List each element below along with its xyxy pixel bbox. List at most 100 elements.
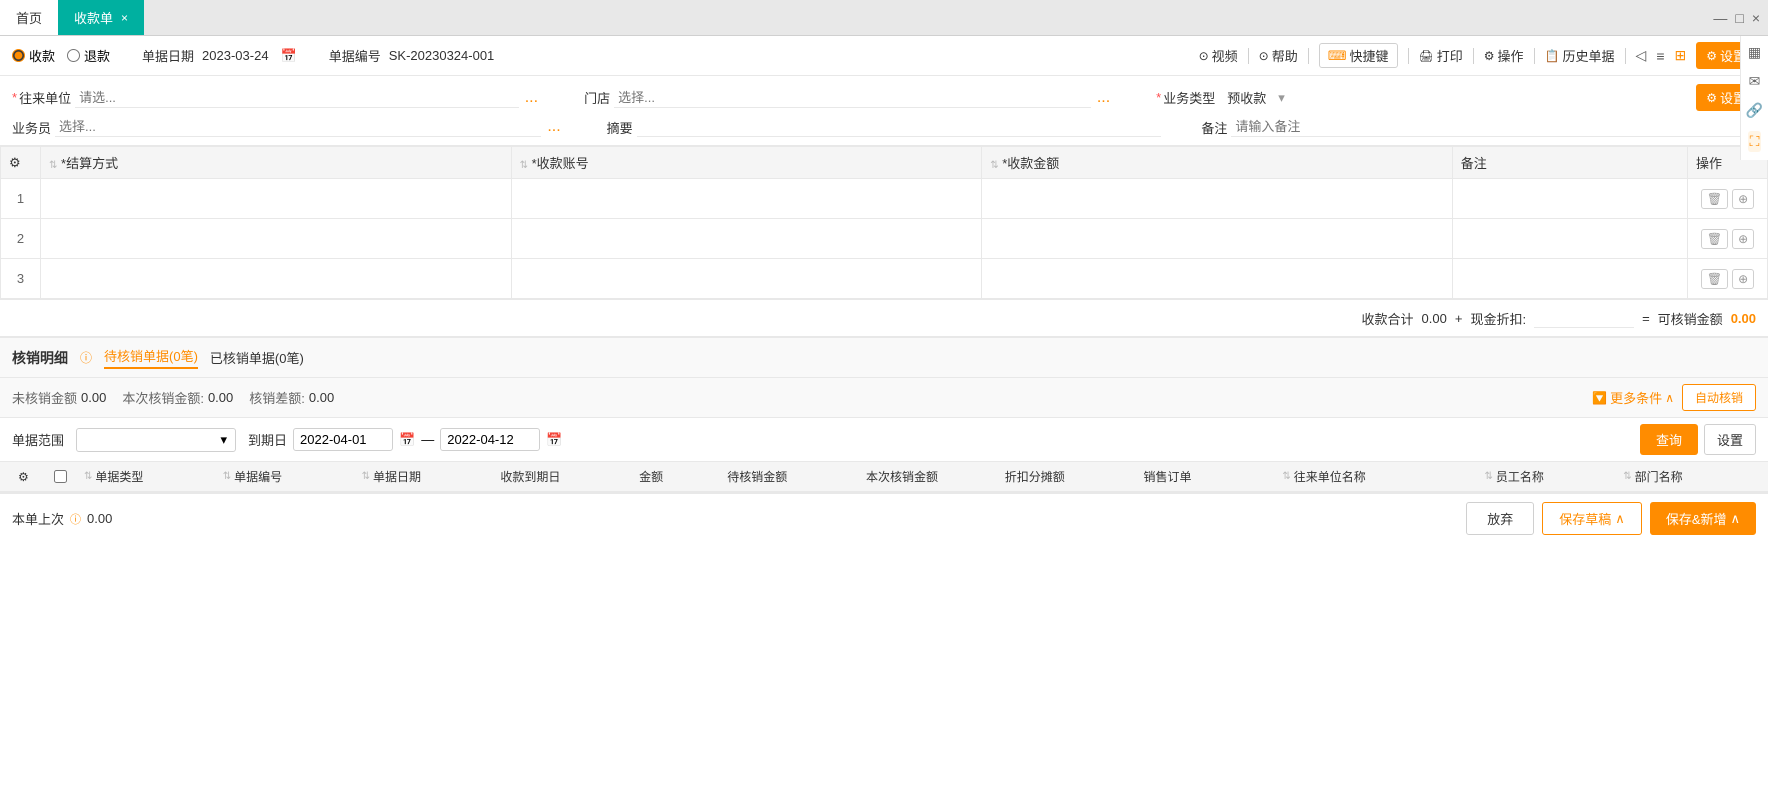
wth-doc-no: ⇅ 单据编号 [217,468,356,485]
btn-save-draft[interactable]: 保存草稿 ∧ [1542,502,1642,535]
writeoff-table-header: ⚙ ⇅ 单据类型 ⇅ 单据编号 ⇅ 单据日期 收款到期日 金额 待核销金额 本次… [0,462,1768,492]
row-3-remark[interactable] [1452,259,1687,299]
biz-type-dropdown-icon[interactable]: ▾ [1274,90,1289,106]
diff-stat: 核销差额: 0.00 [249,388,334,407]
date-from-icon[interactable]: 📅 [399,432,415,448]
row-2-remark[interactable] [1452,219,1687,259]
save-draft-arrow[interactable]: ∧ [1615,511,1625,527]
salesperson-group: 业务员 ... [12,117,567,137]
separator5 [1534,48,1535,64]
wth-sales-order: 销售订单 [1138,468,1277,485]
row-1-remark[interactable] [1452,179,1687,219]
summary-input[interactable] [637,117,1162,137]
current-label: 本次核销金额: [122,388,204,407]
date-range-group: 到期日 📅 — 📅 [248,428,562,451]
row-1-amount[interactable] [982,179,1453,219]
btn-shortcut[interactable]: ⌨ 快捷键 [1319,43,1398,68]
btn-help[interactable]: ⊙ 帮助 [1259,46,1298,65]
btn-query[interactable]: 查询 [1640,424,1698,455]
btn-operation[interactable]: ⚙ 操作 [1484,46,1524,65]
row-2-account[interactable] [511,219,982,259]
btn-save-new[interactable]: 保存&新增 ∧ [1650,502,1756,535]
right-panel-expand-icon[interactable]: ⛶ [1748,131,1762,152]
row-3-account[interactable] [511,259,982,299]
last-info-icon[interactable]: ⓘ [70,511,81,527]
select-all-checkbox[interactable] [54,470,67,483]
row-1-copy-btn[interactable]: ⊕ [1732,189,1754,209]
summary-label: 摘要 [607,118,637,137]
th-settings[interactable]: ⚙ [1,147,41,179]
layout-icon3[interactable]: ⊞ [1674,47,1686,64]
form-section: * 往来单位 ... 门店 ... * 业务类型 预收款 ▾ ⚙ 设置 [0,76,1768,146]
date-from-input[interactable] [293,428,393,451]
row-3-copy-btn[interactable]: ⊕ [1732,269,1754,289]
unverified-stat: 未核销金额 0.00 [12,388,106,407]
salesperson-dots[interactable]: ... [541,118,566,136]
calendar-icon[interactable]: 📅 [281,48,297,64]
remark-input[interactable] [1231,117,1756,137]
btn-history[interactable]: 📋 历史单据 [1545,46,1615,65]
tab-close-icon[interactable]: × [121,11,128,25]
salesperson-input[interactable] [55,117,541,137]
tab-receipt-label: 收款单 [74,8,113,27]
writeoff-stats-right: 🔽 更多条件 ∧ 自动核销 [1592,384,1756,411]
row-1-settlement[interactable] [41,179,512,219]
date-to-input[interactable] [440,428,540,451]
counterpart-dots[interactable]: ... [519,89,544,107]
tab-home[interactable]: 首页 [0,0,58,35]
form-row-1: * 往来单位 ... 门店 ... * 业务类型 预收款 ▾ ⚙ 设置 [12,84,1756,111]
row-1-account[interactable] [511,179,982,219]
date-to-icon[interactable]: 📅 [546,432,562,448]
biz-type-label: 业务类型 [1163,88,1219,107]
wth-pending: 待核销金额 [721,468,860,485]
layout-icon2[interactable]: ≡ [1656,48,1664,64]
tab-pending[interactable]: 待核销单据(0笔) [104,346,198,369]
radio-refund[interactable]: 退款 [67,46,110,65]
row-1-delete-btn[interactable]: 🗑 [1701,189,1728,209]
more-conditions-btn[interactable]: 🔽 更多条件 ∧ [1592,388,1674,407]
form-row-2: 业务员 ... 摘要 备注 [12,117,1756,137]
layout-icon1[interactable]: ◁ [1636,47,1647,64]
th-remark: 备注 [1452,147,1687,179]
row-2-copy-btn[interactable]: ⊕ [1732,229,1754,249]
tab-receipt[interactable]: 收款单 × [58,0,144,35]
minimize-icon[interactable]: — [1713,10,1727,26]
diff-label: 核销差额: [249,388,305,407]
tab-bar: 首页 收款单 × — □ × [0,0,1768,36]
btn-auto-writeoff[interactable]: 自动核销 [1682,384,1756,411]
shop-input[interactable] [614,88,1091,108]
counterpart-input[interactable] [75,88,519,108]
right-panel-table-icon[interactable]: ▦ [1748,44,1761,61]
discount-input[interactable] [1534,308,1634,328]
salesperson-label: 业务员 [12,118,55,137]
wth-gear[interactable]: ⚙ [12,470,48,484]
th-account: ⇅ *收款账号 [511,147,982,179]
right-panel-attachment-icon[interactable]: 🔗 [1746,102,1763,119]
writeoff-info-icon[interactable]: ⓘ [80,349,92,366]
row-3-amount[interactable] [982,259,1453,299]
btn-setting-filter[interactable]: 设置 [1704,424,1756,455]
wth-checkbox[interactable] [48,470,78,483]
writeoff-section: 核销明细 ⓘ 待核销单据(0笔) 已核销单据(0笔) 未核销金额 0.00 本次… [0,336,1768,492]
row-2-amount[interactable] [982,219,1453,259]
row-2-delete-btn[interactable]: 🗑 [1701,229,1728,249]
th-amount: ⇅ *收款金额 [982,147,1453,179]
tab-done[interactable]: 已核销单据(0笔) [210,348,304,367]
biz-type-required: * [1156,90,1161,105]
shop-dots[interactable]: ... [1091,89,1116,107]
current-value: 0.00 [208,390,233,405]
radio-receipt[interactable]: 收款 [12,46,55,65]
btn-print[interactable]: 🖨 打印 [1419,46,1463,65]
btn-abandon[interactable]: 放弃 [1466,502,1534,535]
counterpart-group: * 往来单位 ... [12,88,544,108]
table-section: ⚙ ⇅ *结算方式 ⇅ *收款账号 ⇅ *收款金额 备注 操作 [0,146,1768,299]
row-3-settlement[interactable] [41,259,512,299]
row-2-settlement[interactable] [41,219,512,259]
close-window-icon[interactable]: × [1752,10,1760,26]
btn-video[interactable]: ⊙ 视频 [1199,46,1238,65]
right-panel-mail-icon[interactable]: ✉ [1749,73,1761,90]
maximize-icon[interactable]: □ [1735,10,1743,26]
row-3-delete-btn[interactable]: 🗑 [1701,269,1728,289]
filter-range-dropdown[interactable]: ▾ [76,428,236,452]
save-new-arrow[interactable]: ∧ [1730,511,1740,527]
